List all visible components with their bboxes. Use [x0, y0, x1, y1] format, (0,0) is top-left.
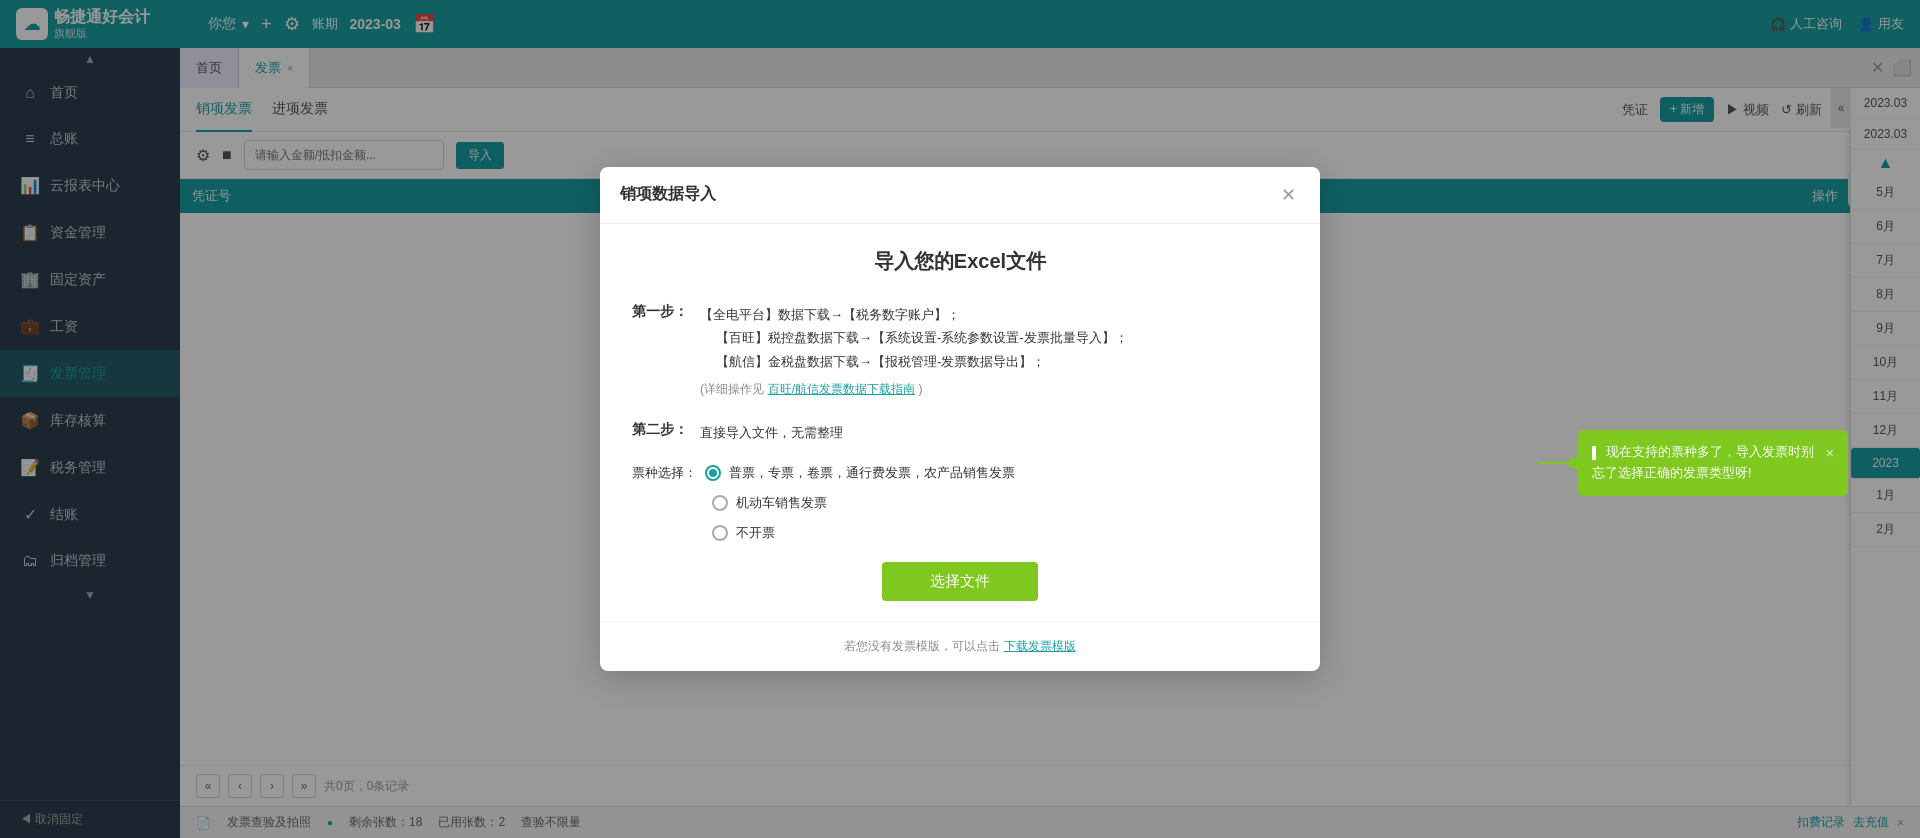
footer-text: 若您没有发票模版，可以点击: [844, 639, 1000, 653]
radio-motor-circle: [712, 495, 728, 511]
radio-motor[interactable]: 机动车销售发票: [632, 494, 1288, 512]
modal-close-btn[interactable]: ✕: [1276, 183, 1300, 207]
radio-general-label: 普票，专票，卷票，通行费发票，农产品销售发票: [729, 464, 1015, 482]
tooltip-box: × 现在支持的票种多了，导入发票时别忘了选择正确的发票类型呀!: [1578, 430, 1848, 496]
tooltip-line: [1538, 462, 1568, 464]
step1-link-suffix: ): [919, 382, 923, 396]
tooltip-indicator: [1538, 458, 1578, 468]
tooltip-close-btn[interactable]: ×: [1826, 442, 1834, 464]
step1-line-1: 【百旺】税控盘数据下载→【系统设置-系统参数设置-发票批量导入】；: [700, 326, 1128, 349]
step1-content: 【全电平台】数据下载→【税务数字账户】； 【百旺】税控盘数据下载→【系统设置-系…: [700, 303, 1128, 401]
radio-no-invoice[interactable]: 不开票: [632, 524, 1288, 542]
modal-main-title: 导入您的Excel文件: [632, 248, 1288, 275]
radio-no-invoice-label: 不开票: [736, 524, 775, 542]
modal-header: 销项数据导入 ✕: [600, 167, 1320, 224]
footer-download-link[interactable]: 下载发票模版: [1004, 639, 1076, 653]
radio-general[interactable]: 普票，专票，卷票，通行费发票，农产品销售发票: [705, 464, 1015, 482]
ticket-label-row: 票种选择： 普票，专票，卷票，通行费发票，农产品销售发票: [632, 464, 1288, 482]
radio-motor-label: 机动车销售发票: [736, 494, 827, 512]
step1-label: 第一步：: [632, 303, 692, 401]
modal-overlay: 销项数据导入 ✕ 导入您的Excel文件 第一步： 【全电平台】数据下载→【税务…: [0, 0, 1920, 838]
step2-label: 第二步：: [632, 421, 692, 444]
step2-content: 直接导入文件，无需整理: [700, 421, 843, 444]
step1-line-2: 【航信】金税盘数据下载→【报税管理-发票数据导出】；: [700, 350, 1128, 373]
modal-dialog: 销项数据导入 ✕ 导入您的Excel文件 第一步： 【全电平台】数据下载→【税务…: [600, 167, 1320, 671]
tooltip-text: 现在支持的票种多了，导入发票时别忘了选择正确的发票类型呀!: [1592, 444, 1814, 480]
modal-title: 销项数据导入: [620, 184, 716, 205]
radio-no-invoice-circle: [712, 525, 728, 541]
radio-general-circle: [705, 465, 721, 481]
select-file-area: 选择文件: [632, 562, 1288, 601]
step1-line-0: 【全电平台】数据下载→【税务数字账户】；: [700, 303, 1128, 326]
radio-general-dot: [709, 469, 717, 477]
tooltip-dot: [1568, 458, 1578, 468]
ticket-section: 票种选择： 普票，专票，卷票，通行费发票，农产品销售发票 机动车销售发票 不开票: [632, 464, 1288, 542]
step1-link[interactable]: 百旺/航信发票数据下载指南: [768, 382, 915, 396]
tooltip-bar: [1592, 446, 1596, 460]
modal-body: 导入您的Excel文件 第一步： 【全电平台】数据下载→【税务数字账户】； 【百…: [600, 224, 1320, 621]
step1-row: 第一步： 【全电平台】数据下载→【税务数字账户】； 【百旺】税控盘数据下载→【系…: [632, 303, 1288, 401]
ticket-label: 票种选择：: [632, 464, 697, 482]
step1-link-row: (详细操作见 百旺/航信发票数据下载指南 ): [700, 377, 1128, 401]
step1-link-prefix: (详细操作见: [700, 382, 764, 396]
modal-footer: 若您没有发票模版，可以点击 下载发票模版: [600, 621, 1320, 671]
select-file-btn[interactable]: 选择文件: [882, 562, 1038, 601]
step2-row: 第二步： 直接导入文件，无需整理: [632, 421, 1288, 444]
